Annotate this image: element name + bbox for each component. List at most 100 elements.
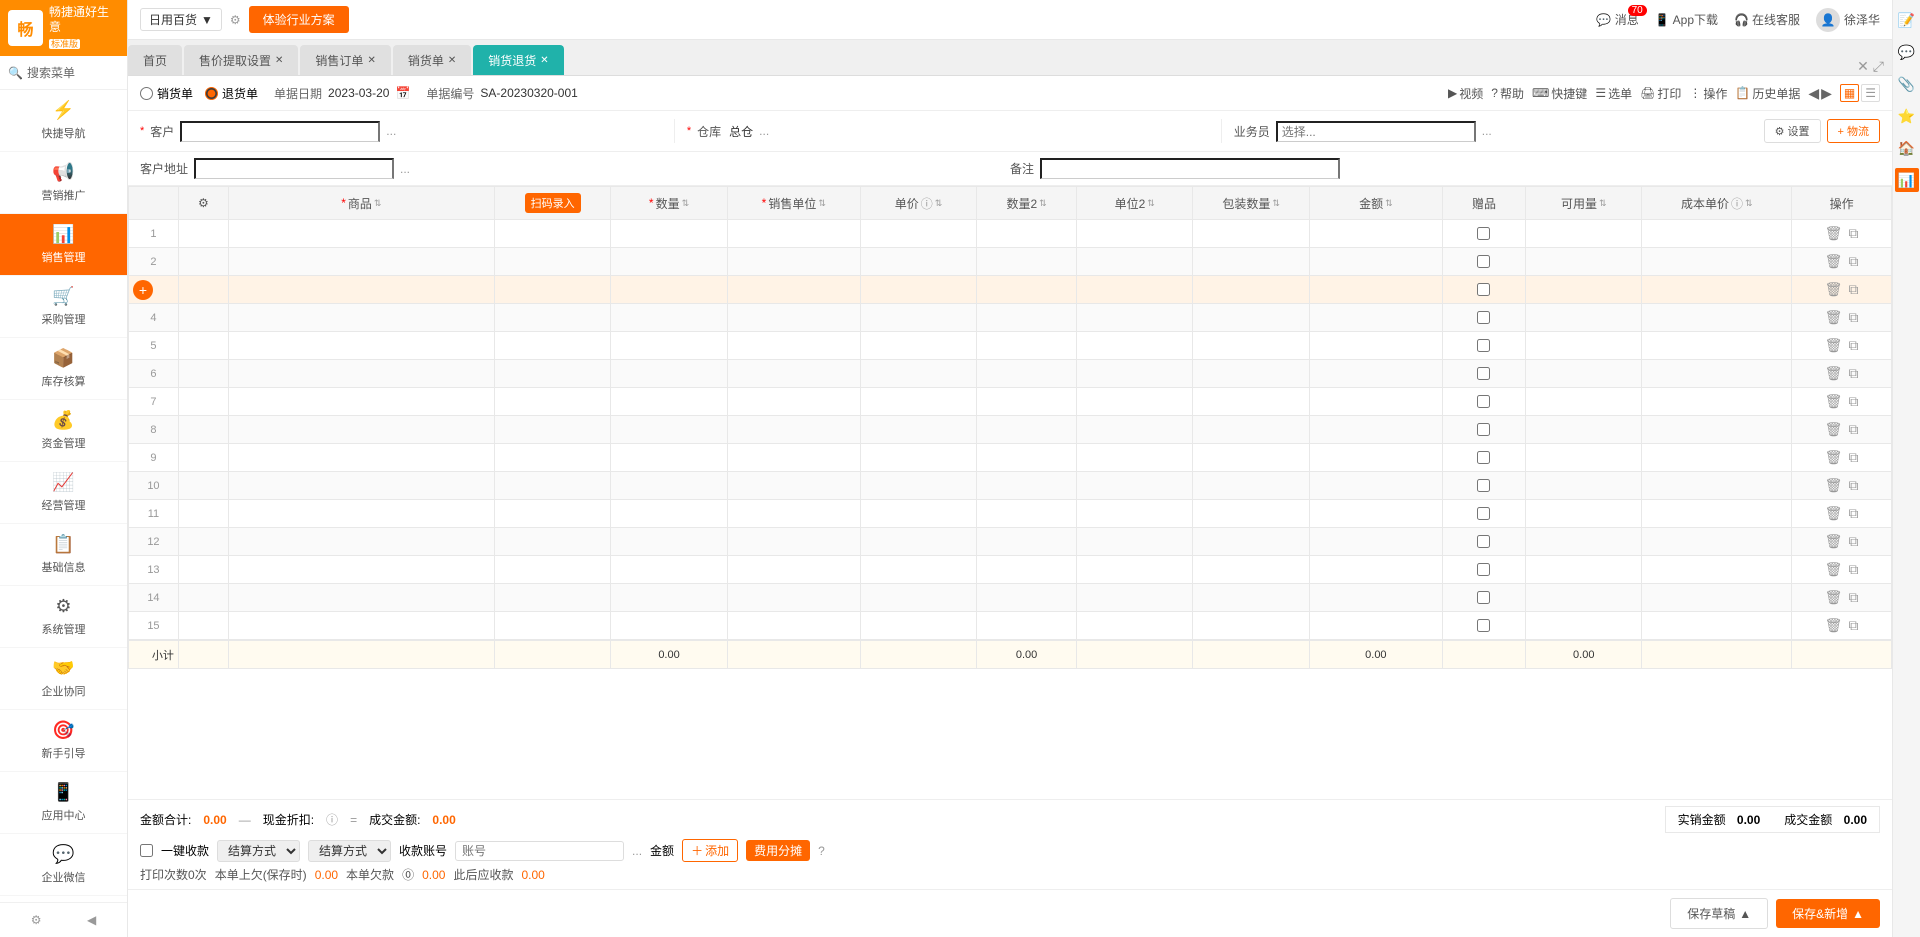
sidebar-item-shortcut[interactable]: ⚡ 快捷导航 xyxy=(0,90,127,152)
row-avail-1[interactable] xyxy=(1526,220,1642,248)
row-cost-12[interactable] xyxy=(1642,528,1792,556)
prev-arrow[interactable]: ◀ xyxy=(1808,85,1819,102)
row-price-15[interactable] xyxy=(860,612,976,640)
tab-sale-settings[interactable]: 售价提取设置 ✕ xyxy=(184,45,298,75)
delete-icon-13[interactable]: 🗑 xyxy=(1825,561,1843,578)
row-unit2-6[interactable] xyxy=(1076,360,1192,388)
row-gift-15[interactable] xyxy=(1442,612,1525,640)
row-unit-10[interactable] xyxy=(727,472,860,500)
row-cost-2[interactable] xyxy=(1642,248,1792,276)
row-unit-11[interactable] xyxy=(727,500,860,528)
row-product-12[interactable] xyxy=(228,528,494,556)
qty2-sort[interactable]: ⇅ xyxy=(1039,198,1047,209)
row-price-4[interactable] xyxy=(860,304,976,332)
sidebar-item-basic[interactable]: 📋 基础信息 xyxy=(0,524,127,586)
sidebar-item-sales[interactable]: 📊 销售管理 xyxy=(0,214,127,276)
sidebar-item-marketing[interactable]: 📢 营销推广 xyxy=(0,152,127,214)
radio-sale[interactable]: 销货单 xyxy=(140,85,193,102)
row-price-2[interactable] xyxy=(860,248,976,276)
tab-home[interactable]: 首页 xyxy=(128,45,182,75)
row-unit2-13[interactable] xyxy=(1076,556,1192,584)
copy-icon-4[interactable]: ⧉ xyxy=(1848,309,1858,326)
row-qty-15[interactable] xyxy=(611,612,727,640)
row-pkg-6[interactable] xyxy=(1193,360,1309,388)
fee-split-btn[interactable]: 费用分摊 xyxy=(746,840,810,861)
tab-sale-order[interactable]: 销售订单 ✕ xyxy=(300,45,390,75)
row-product-14[interactable] xyxy=(228,584,494,612)
operate-link[interactable]: ⋮ 操作 xyxy=(1689,85,1727,102)
gift-checkbox-8[interactable] xyxy=(1477,423,1490,436)
row-pkg-9[interactable] xyxy=(1193,444,1309,472)
row-price-8[interactable] xyxy=(860,416,976,444)
delete-icon-4[interactable]: 🗑 xyxy=(1825,309,1843,326)
row-amount-4[interactable] xyxy=(1309,304,1442,332)
row-unit2-11[interactable] xyxy=(1076,500,1192,528)
row-cost-10[interactable] xyxy=(1642,472,1792,500)
row-pkg-5[interactable] xyxy=(1193,332,1309,360)
copy-icon-13[interactable]: ⧉ xyxy=(1848,561,1858,578)
gift-checkbox-15[interactable] xyxy=(1477,619,1490,632)
row-avail-10[interactable] xyxy=(1526,472,1642,500)
row-amount-6[interactable] xyxy=(1309,360,1442,388)
address-picker[interactable]: ... xyxy=(400,162,410,176)
row-unit-12[interactable] xyxy=(727,528,860,556)
right-panel-icon-5[interactable]: 🏠 xyxy=(1895,136,1919,160)
settings-btn[interactable]: ⚙ 设置 xyxy=(1764,119,1821,143)
row-qty2-9[interactable] xyxy=(977,444,1077,472)
staff-picker[interactable]: ... xyxy=(1482,124,1492,138)
user-info[interactable]: 👤 徐泽华 xyxy=(1816,8,1880,32)
row-gift-5[interactable] xyxy=(1442,332,1525,360)
copy-icon-12[interactable]: ⧉ xyxy=(1848,533,1858,550)
account-input[interactable] xyxy=(455,841,624,861)
row-qty-10[interactable] xyxy=(611,472,727,500)
row-gift-7[interactable] xyxy=(1442,388,1525,416)
row-qty-12[interactable] xyxy=(611,528,727,556)
row-amount-8[interactable] xyxy=(1309,416,1442,444)
gift-checkbox-7[interactable] xyxy=(1477,395,1490,408)
row-unit-1[interactable] xyxy=(727,220,860,248)
row-qty-2[interactable] xyxy=(611,248,727,276)
row-qty2-5[interactable] xyxy=(977,332,1077,360)
row-pkg-12[interactable] xyxy=(1193,528,1309,556)
row-cost-13[interactable] xyxy=(1642,556,1792,584)
right-panel-icon-6[interactable]: 📊 xyxy=(1895,168,1919,192)
remark-input[interactable] xyxy=(1040,158,1340,179)
row-pkg-15[interactable] xyxy=(1193,612,1309,640)
shortcut-link[interactable]: ⌨ 快捷键 xyxy=(1532,85,1587,102)
row-unit2-15[interactable] xyxy=(1076,612,1192,640)
row-amount-14[interactable] xyxy=(1309,584,1442,612)
help-link[interactable]: ? 帮助 xyxy=(1491,85,1524,102)
gift-checkbox-13[interactable] xyxy=(1477,563,1490,576)
row-gift-12[interactable] xyxy=(1442,528,1525,556)
product-sort[interactable]: ⇅ xyxy=(374,198,382,209)
row-qty-3[interactable] xyxy=(611,276,727,304)
tab-sale-goods-close[interactable]: ✕ xyxy=(448,55,456,66)
row-product-10[interactable] xyxy=(228,472,494,500)
row-product-2[interactable] xyxy=(228,248,494,276)
row-gift-11[interactable] xyxy=(1442,500,1525,528)
copy-icon-8[interactable]: ⧉ xyxy=(1848,421,1858,438)
row-cost-14[interactable] xyxy=(1642,584,1792,612)
copy-icon-14[interactable]: ⧉ xyxy=(1848,589,1858,606)
delete-icon-12[interactable]: 🗑 xyxy=(1825,533,1843,550)
row-qty-5[interactable] xyxy=(611,332,727,360)
row-price-6[interactable] xyxy=(860,360,976,388)
row-unit2-12[interactable] xyxy=(1076,528,1192,556)
row-price-5[interactable] xyxy=(860,332,976,360)
row-gift-6[interactable] xyxy=(1442,360,1525,388)
gift-checkbox-3[interactable] xyxy=(1477,283,1490,296)
calendar-icon[interactable]: 📅 xyxy=(395,86,410,100)
row-amount-10[interactable] xyxy=(1309,472,1442,500)
select-link[interactable]: ☰ 选单 xyxy=(1595,85,1632,102)
row-qty2-2[interactable] xyxy=(977,248,1077,276)
row-unit2-10[interactable] xyxy=(1076,472,1192,500)
price-sort[interactable]: ⇅ xyxy=(935,198,943,209)
row-gift-1[interactable] xyxy=(1442,220,1525,248)
row-avail-2[interactable] xyxy=(1526,248,1642,276)
row-amount-7[interactable] xyxy=(1309,388,1442,416)
row-qty2-8[interactable] xyxy=(977,416,1077,444)
row-price-3[interactable] xyxy=(860,276,976,304)
copy-icon-10[interactable]: ⧉ xyxy=(1848,477,1858,494)
copy-icon-5[interactable]: ⧉ xyxy=(1848,337,1858,354)
gift-checkbox-5[interactable] xyxy=(1477,339,1490,352)
